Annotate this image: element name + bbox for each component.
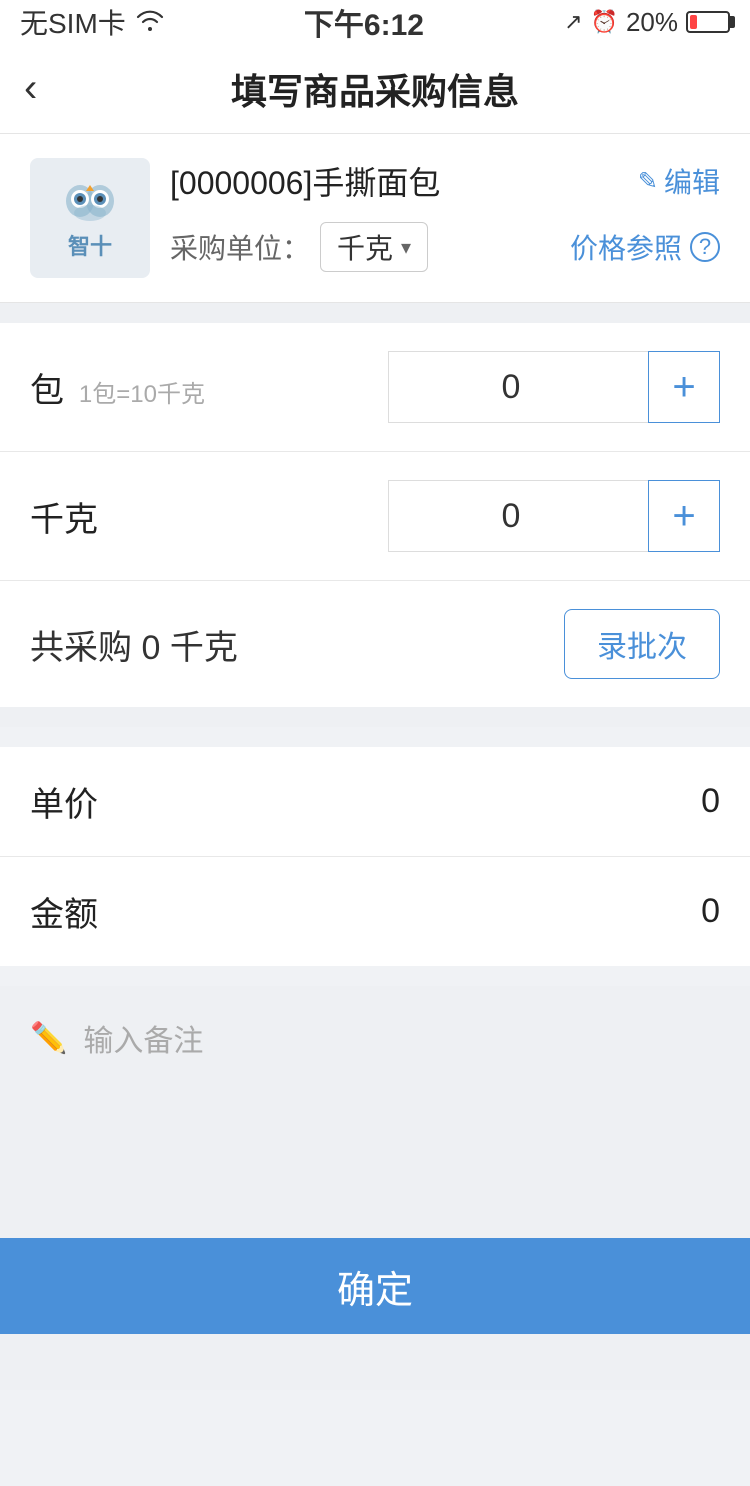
bag-input-control: + [225, 351, 720, 423]
kg-input-row: 千克 + [0, 452, 750, 581]
kg-label: 千克 [30, 492, 130, 541]
owl-icon [60, 175, 120, 225]
pencil-icon: ✏️ [30, 1021, 67, 1056]
kg-input-control: + [150, 480, 720, 552]
summary-amount: 0 [141, 629, 160, 667]
status-bar: 无SIM卡 下午6:12 ↗ ⏰ 20% [0, 0, 750, 44]
product-name-row: [0000006]手撕面包 ✎ 编辑 [170, 158, 720, 204]
bag-input-row: 包 1包=10千克 + [0, 323, 750, 452]
edit-button[interactable]: ✎ 编辑 [638, 161, 720, 201]
confirm-button[interactable]: 确定 [0, 1238, 750, 1334]
product-name: [0000006]手撕面包 [170, 158, 440, 204]
product-info: [0000006]手撕面包 ✎ 编辑 采购单位： 千克 ▾ 价格参照 ? [170, 158, 720, 272]
price-section: 单价 0 金额 0 [0, 747, 750, 966]
amount-row: 金额 0 [0, 857, 750, 966]
amount-label: 金额 [30, 887, 98, 936]
section-divider-2 [0, 707, 750, 727]
status-right: ↗ ⏰ 20% [564, 7, 730, 38]
input-section: 包 1包=10千克 + 千克 + [0, 323, 750, 581]
unit-price-row: 单价 0 [0, 747, 750, 857]
carrier-text: 无SIM卡 [20, 2, 126, 42]
summary-text: 共采购 0 千克 [30, 620, 238, 669]
nav-bar: ‹ 填写商品采购信息 [0, 44, 750, 134]
price-reference-link[interactable]: 价格参照 ? [570, 227, 720, 267]
unit-label: 采购单位： 千克 ▾ [170, 222, 428, 272]
wifi-icon [136, 6, 164, 38]
confirm-button-container: 确定 [0, 1238, 750, 1334]
alarm-icon: ⏰ [591, 9, 618, 35]
product-image: 智十 [30, 158, 150, 278]
summary-row: 共采购 0 千克 录批次 [0, 581, 750, 707]
note-section[interactable]: ✏️ 输入备注 [0, 986, 750, 1090]
battery-icon [686, 11, 730, 33]
unit-row: 采购单位： 千克 ▾ 价格参照 ? [170, 222, 720, 272]
battery-percent: 20% [626, 7, 678, 38]
note-placeholder: 输入备注 [83, 1016, 203, 1060]
bag-quantity-input[interactable] [388, 351, 648, 423]
bag-plus-button[interactable]: + [648, 351, 720, 423]
info-icon: ? [690, 232, 720, 262]
unit-price-label: 单价 [30, 777, 98, 826]
section-divider-1 [0, 303, 750, 323]
edit-icon: ✎ [638, 167, 658, 196]
status-left: 无SIM卡 [20, 2, 164, 42]
kg-plus-button[interactable]: + [648, 480, 720, 552]
unit-price-value: 0 [701, 782, 720, 821]
back-button[interactable]: ‹ [24, 66, 37, 111]
brand-text: 智十 [68, 229, 112, 261]
bag-label: 包 1包=10千克 [30, 363, 205, 412]
chevron-down-icon: ▾ [401, 235, 411, 260]
location-icon: ↗ [564, 9, 582, 35]
kg-quantity-input[interactable] [388, 480, 648, 552]
record-batch-button[interactable]: 录批次 [564, 609, 720, 679]
status-time: 下午6:12 [304, 0, 424, 44]
unit-dropdown[interactable]: 千克 ▾ [320, 222, 428, 272]
amount-value: 0 [701, 892, 720, 931]
page-title: 填写商品采购信息 [231, 63, 519, 115]
product-card: 智十 [0000006]手撕面包 ✎ 编辑 采购单位： 千克 ▾ [0, 134, 750, 303]
